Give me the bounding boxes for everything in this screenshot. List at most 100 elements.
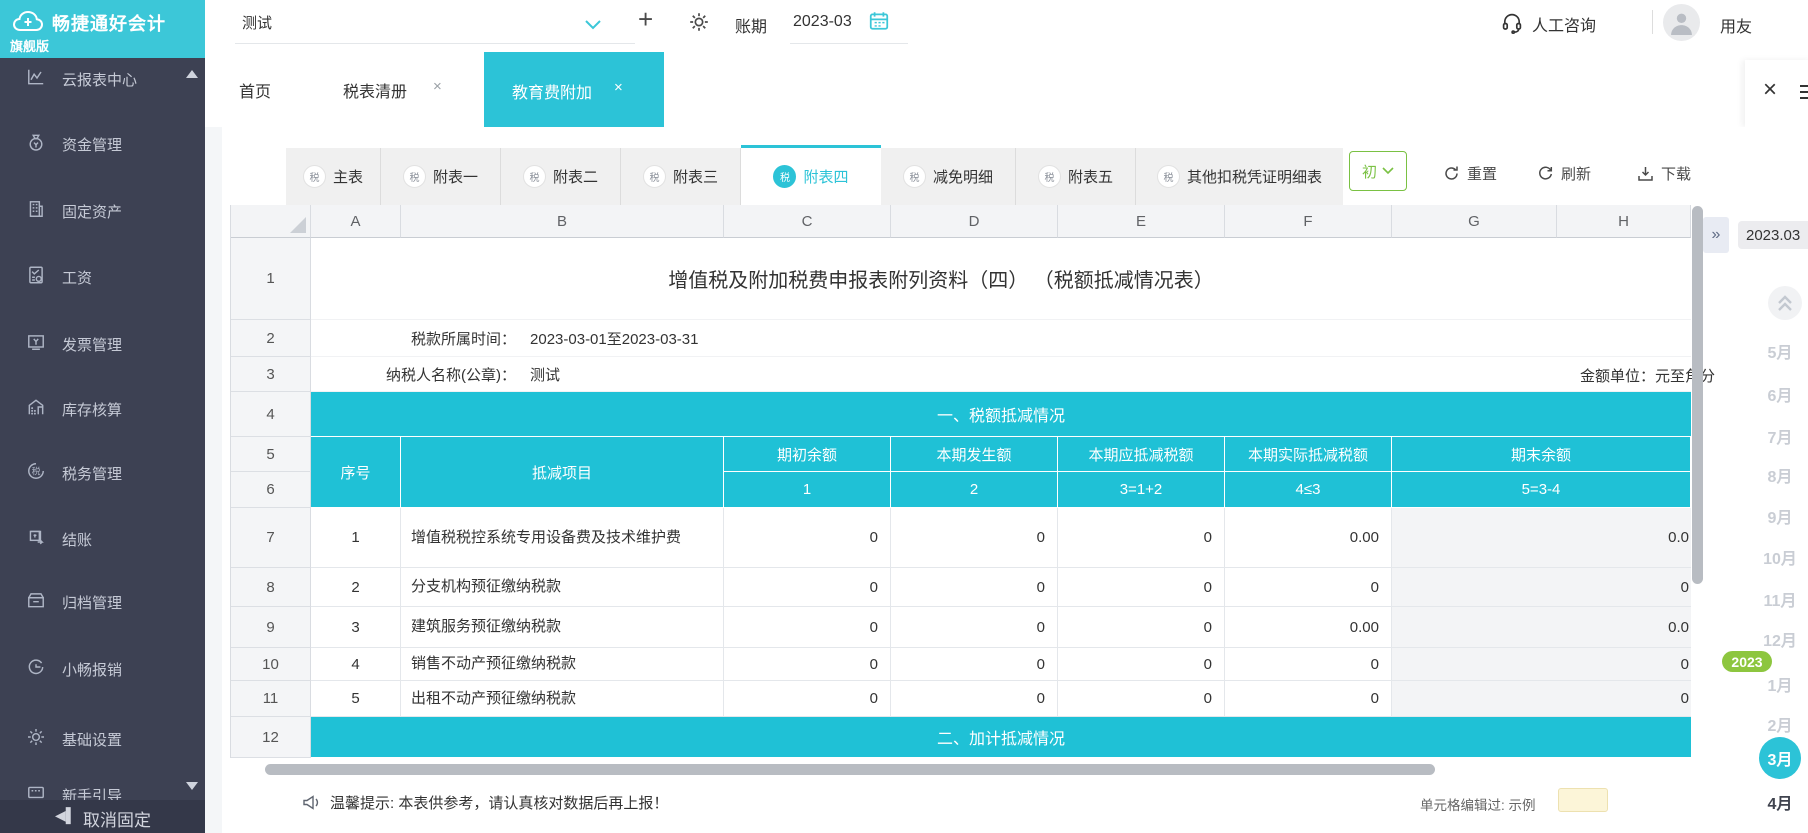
sheet-tab-annex1[interactable]: 税 附表一	[381, 148, 501, 205]
download-button[interactable]: 下载	[1637, 160, 1691, 186]
cell-item[interactable]: 建筑服务预征缴纳税款	[401, 607, 724, 648]
cell-ending-balance[interactable]: 0.0	[1392, 508, 1691, 568]
sheet-tab-annex3[interactable]: 税 附表三	[621, 148, 741, 205]
sidebar-item-archive[interactable]: 归档管理	[0, 587, 205, 617]
row-header[interactable]: 6	[231, 472, 311, 508]
month-item[interactable]: 6月	[1742, 382, 1808, 406]
column-header-a[interactable]: A	[311, 205, 401, 238]
cell-value[interactable]: 0	[891, 648, 1058, 681]
row-header[interactable]: 5	[231, 437, 311, 472]
row-header[interactable]: 9	[231, 607, 311, 648]
cell-value[interactable]: 0	[1058, 648, 1225, 681]
column-header-d[interactable]: D	[891, 205, 1058, 238]
sidebar-item-settings[interactable]: 基础设置	[0, 724, 205, 754]
cell-value[interactable]: 0	[1058, 508, 1225, 568]
row-header[interactable]: 12	[231, 717, 311, 758]
row-header[interactable]: 2	[231, 320, 311, 357]
sheet-tab-other-vouchers[interactable]: 税 其他扣税凭证明细表	[1136, 148, 1343, 205]
unpin-sidebar-button[interactable]: ◀▌ 取消固定	[0, 800, 205, 833]
cell-ending-balance[interactable]: 0	[1392, 681, 1691, 717]
cell-item[interactable]: 出租不动产预征缴纳税款	[401, 681, 724, 717]
horizontal-scrollbar[interactable]	[265, 764, 1435, 775]
cell-seq[interactable]: 5	[311, 681, 401, 717]
row-header[interactable]: 10	[231, 648, 311, 681]
month-item[interactable]: 9月	[1742, 504, 1808, 528]
user-name[interactable]: 用友	[1720, 13, 1752, 37]
cell-value[interactable]: 0	[724, 508, 891, 568]
column-header-b[interactable]: B	[401, 205, 724, 238]
row-header[interactable]: 7	[231, 508, 311, 568]
reset-button[interactable]: 重置	[1443, 160, 1497, 186]
row-header[interactable]: 11	[231, 681, 311, 717]
cell-value[interactable]: 0	[724, 568, 891, 607]
cell-value[interactable]: 0	[1058, 568, 1225, 607]
cell-seq[interactable]: 3	[311, 607, 401, 648]
row-header[interactable]: 4	[231, 392, 311, 437]
sheet-tab-annex5[interactable]: 税 附表五	[1016, 148, 1136, 205]
month-item-active[interactable]: 3月	[1759, 737, 1801, 779]
vertical-scrollbar[interactable]	[1692, 206, 1703, 584]
cell-value[interactable]: 0	[891, 607, 1058, 648]
month-item[interactable]: 12月	[1742, 627, 1808, 651]
cell-value[interactable]: 0	[1058, 681, 1225, 717]
close-tab-icon[interactable]: ×	[433, 78, 442, 95]
sidebar-item-funds[interactable]: 资金管理	[0, 129, 205, 159]
column-header-h[interactable]: H	[1557, 205, 1691, 238]
account-selector[interactable]: 测试	[242, 12, 272, 33]
cell-seq[interactable]: 2	[311, 568, 401, 607]
sheet-tab-annex4-active[interactable]: 税 附表四	[741, 145, 881, 205]
cell-value[interactable]: 0.00	[1225, 508, 1392, 568]
row-header[interactable]: 1	[231, 238, 311, 320]
add-button[interactable]: +	[638, 4, 653, 35]
close-all-icon[interactable]: ×	[1763, 78, 1777, 102]
sidebar-item-payroll[interactable]: 工资	[0, 262, 205, 292]
refresh-button[interactable]: 刷新	[1537, 160, 1591, 186]
month-item[interactable]: 5月	[1742, 339, 1808, 363]
sidebar-item-invoice[interactable]: 发票管理	[0, 329, 205, 359]
month-item[interactable]: 4月	[1742, 790, 1808, 814]
sheet-tab-annex2[interactable]: 税 附表二	[501, 148, 621, 205]
gear-icon[interactable]	[688, 11, 710, 38]
sheet-tab-main[interactable]: 税 主表	[286, 148, 381, 205]
cell-value[interactable]: 0	[891, 568, 1058, 607]
cell-value[interactable]: 0	[1058, 607, 1225, 648]
month-item[interactable]: 2月	[1742, 712, 1808, 736]
cell-ending-balance[interactable]: 0	[1392, 648, 1691, 681]
cell-value[interactable]: 0	[1225, 568, 1392, 607]
cell-item[interactable]: 分支机构预征缴纳税款	[401, 568, 724, 607]
row-header[interactable]: 3	[231, 357, 311, 392]
column-header-c[interactable]: C	[724, 205, 891, 238]
column-header-e[interactable]: E	[1058, 205, 1225, 238]
cell-ending-balance[interactable]: 0	[1392, 568, 1691, 607]
chevron-down-icon[interactable]	[585, 17, 601, 35]
sidebar-item-reimburse[interactable]: 小畅报销	[0, 654, 205, 684]
cell-ending-balance[interactable]: 0.0	[1392, 607, 1691, 648]
cell-value[interactable]: 0	[891, 681, 1058, 717]
cell-value[interactable]: 0	[1225, 681, 1392, 717]
period-dropdown[interactable]: 初	[1349, 151, 1407, 191]
sidebar-scroll-down-icon[interactable]	[186, 782, 198, 790]
sidebar-item-fixed-assets[interactable]: 固定资产	[0, 196, 205, 226]
column-header-g[interactable]: G	[1392, 205, 1557, 238]
sidebar-item-tax[interactable]: 税 税务管理	[0, 458, 205, 488]
close-tab-icon[interactable]: ×	[614, 79, 623, 96]
tab-list-icon[interactable]	[1800, 84, 1808, 105]
cell-value[interactable]: 0.00	[1225, 607, 1392, 648]
avatar[interactable]	[1663, 4, 1700, 41]
tab-education-surcharge[interactable]: 教育费附加 ×	[484, 52, 664, 127]
sidebar-scroll-up-icon[interactable]	[186, 70, 198, 78]
consult-link[interactable]: 人工咨询	[1532, 12, 1596, 36]
sidebar-item-cloud-report[interactable]: 云报表中心	[0, 64, 205, 94]
month-item[interactable]: 10月	[1742, 545, 1808, 569]
tab-home[interactable]: 首页	[205, 46, 305, 127]
cell-item[interactable]: 增值税税控系统专用设备费及技术维护费	[401, 508, 724, 568]
sidebar-item-inventory[interactable]: 库存核算	[0, 394, 205, 424]
cell-value[interactable]: 0	[724, 607, 891, 648]
column-header-f[interactable]: F	[1225, 205, 1392, 238]
row-header[interactable]: 8	[231, 568, 311, 607]
sheet-tab-reduction-detail[interactable]: 税 减免明细	[881, 148, 1016, 205]
cell-seq[interactable]: 1	[311, 508, 401, 568]
period-value[interactable]: 2023-03	[793, 13, 852, 31]
cell-value[interactable]: 0	[1225, 648, 1392, 681]
month-item[interactable]: 1月	[1742, 672, 1808, 696]
